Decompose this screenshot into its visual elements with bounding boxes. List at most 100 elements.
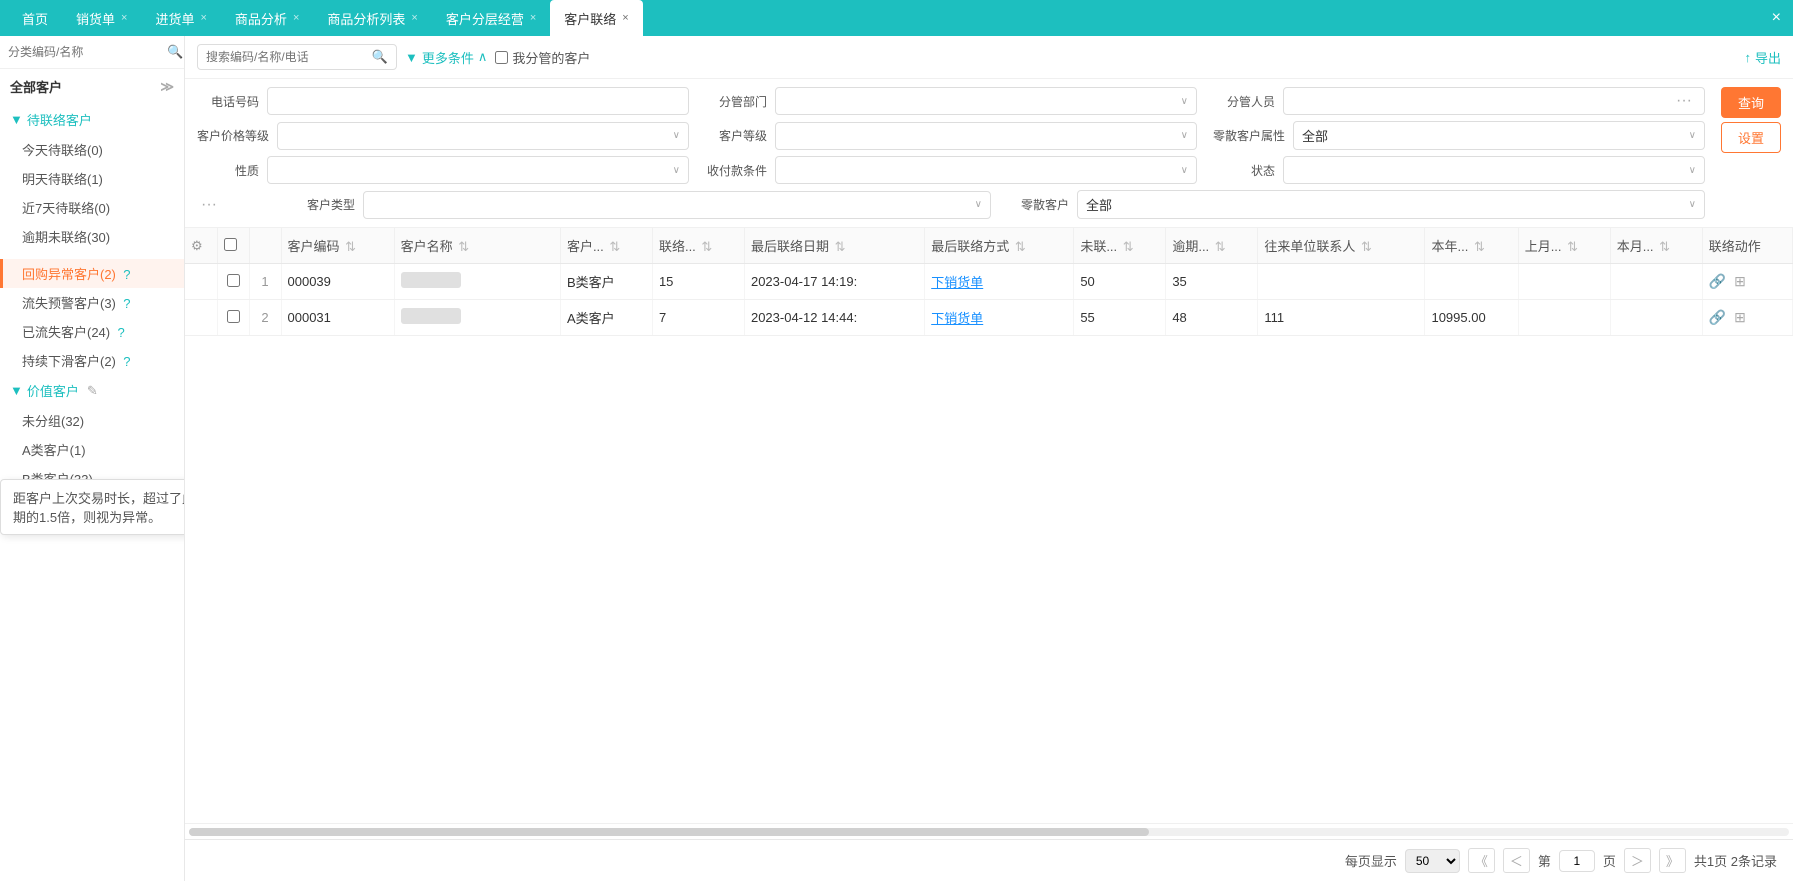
sidebar-search-icon[interactable]: 🔍 (167, 44, 183, 60)
unit-contact-sort-icon[interactable]: ⇅ (1361, 239, 1372, 254)
all-customers-header[interactable]: 全部客户 ≫ (0, 69, 184, 104)
row1-more-icon[interactable]: ⊞ (1734, 273, 1746, 290)
table-settings-icon[interactable]: ⚙ (191, 238, 203, 253)
col-this-month[interactable]: 本月... ⇅ (1610, 228, 1702, 264)
last-date-sort-icon[interactable]: ⇅ (835, 239, 846, 254)
row2-checkbox[interactable] (217, 300, 249, 336)
sidebar-item-tomorrow[interactable]: 明天待联络(1) (0, 164, 184, 193)
main-search-box[interactable]: 🔍 (197, 44, 397, 70)
row1-last-way-link[interactable]: 下销货单 (931, 275, 983, 290)
current-page-input[interactable] (1559, 850, 1595, 872)
name-sort-icon[interactable]: ⇅ (458, 239, 469, 254)
code-sort-icon[interactable]: ⇅ (345, 239, 356, 254)
price-grade-select[interactable]: ∨ (277, 122, 689, 150)
close-product-analysis-icon[interactable]: × (293, 12, 299, 24)
sidebar-search-box[interactable]: 🔍 (0, 36, 184, 69)
col-category[interactable]: 客户... ⇅ (560, 228, 652, 264)
last-month-sort-icon[interactable]: ⇅ (1567, 239, 1578, 254)
payment-select[interactable]: ∨ (775, 156, 1197, 184)
customer-type-select[interactable]: ∨ (363, 191, 991, 219)
nav-purchase[interactable]: 进货单 × (141, 0, 220, 36)
customer-grade-select[interactable]: ∨ (775, 122, 1197, 150)
row1-last-way[interactable]: 下销货单 (925, 264, 1074, 300)
sidebar-item-a-class[interactable]: A类客户(1) (0, 435, 184, 464)
sidebar-item-declining[interactable]: 持续下滑客户(2) ? (0, 346, 184, 375)
sidebar-item-7days[interactable]: 近7天待联络(0) (0, 193, 184, 222)
nature-select[interactable]: ∨ (267, 156, 689, 184)
close-sales-icon[interactable]: × (121, 12, 127, 24)
col-contact[interactable]: 联络... ⇅ (652, 228, 744, 264)
nav-home[interactable]: 首页 (8, 0, 62, 36)
row1-select[interactable] (227, 274, 240, 287)
this-year-sort-icon[interactable]: ⇅ (1474, 239, 1485, 254)
loss-warning-info-icon[interactable]: ? (123, 296, 130, 311)
sidebar-item-lost[interactable]: 已流失客户(24) ? (0, 317, 184, 346)
col-unit-contact[interactable]: 往来单位联系人 ⇅ (1258, 228, 1425, 264)
col-overdue[interactable]: 逾期... ⇅ (1166, 228, 1258, 264)
scrollbar-thumb[interactable] (189, 828, 1149, 836)
manager-select[interactable]: ··· (1283, 87, 1705, 115)
prev-page-button[interactable]: ＜ (1503, 848, 1530, 873)
nav-customer-segmentation[interactable]: 客户分层经营 × (432, 0, 550, 36)
category-sort-icon[interactable]: ⇅ (609, 239, 620, 254)
col-settings[interactable]: ⚙ (185, 228, 217, 264)
row2-contact-icon[interactable]: 🔗 (1709, 309, 1726, 326)
not-contact-sort-icon[interactable]: ⇅ (1123, 239, 1134, 254)
collapse-icon[interactable]: ≫ (160, 79, 174, 95)
nav-product-analysis[interactable]: 商品分析 × (221, 0, 313, 36)
export-button[interactable]: ↑ 导出 (1744, 48, 1781, 67)
value-customer-edit-icon[interactable]: ✎ (87, 383, 98, 399)
pending-contact-section[interactable]: ▼ 待联络客户 (0, 104, 184, 135)
row1-contact-icon[interactable]: 🔗 (1709, 273, 1726, 290)
nav-customer-contact[interactable]: 客户联络 × (550, 0, 642, 36)
status-select[interactable]: ∨ (1283, 156, 1705, 184)
row1-checkbox[interactable] (217, 264, 249, 300)
overdue-sort-icon[interactable]: ⇅ (1215, 239, 1226, 254)
anomaly-info-icon[interactable]: ? (123, 267, 130, 282)
declining-info-icon[interactable]: ? (123, 354, 130, 369)
col-not-contact[interactable]: 未联... ⇅ (1074, 228, 1166, 264)
my-customer-checkbox[interactable] (495, 51, 508, 64)
this-month-sort-icon[interactable]: ⇅ (1659, 239, 1670, 254)
close-purchase-icon[interactable]: × (200, 12, 206, 24)
row2-last-way[interactable]: 下销货单 (925, 300, 1074, 336)
row4-ellipsis[interactable]: ··· (197, 196, 221, 214)
main-search-input[interactable] (206, 50, 372, 64)
value-customer-section[interactable]: ▼ 价值客户 ✎ (0, 375, 184, 406)
col-last-way[interactable]: 最后联络方式 ⇅ (925, 228, 1074, 264)
main-search-icon[interactable]: 🔍 (372, 49, 388, 65)
lost-info-icon[interactable]: ? (117, 325, 124, 340)
settings-button[interactable]: 设置 (1721, 122, 1781, 153)
nav-product-list[interactable]: 商品分析列表 × (313, 0, 431, 36)
dept-select[interactable]: ∨ (775, 87, 1197, 115)
sidebar-item-overdue[interactable]: 逾期未联络(30) (0, 222, 184, 251)
my-customer-filter[interactable]: 我分管的客户 (495, 48, 590, 67)
scrollbar-track[interactable] (189, 828, 1789, 836)
contact-sort-icon[interactable]: ⇅ (701, 239, 712, 254)
sidebar-item-ungroups[interactable]: 未分组(32) (0, 406, 184, 435)
query-button[interactable]: 查询 (1721, 87, 1781, 118)
sidebar-item-today[interactable]: 今天待联络(0) (0, 135, 184, 164)
horizontal-scrollbar[interactable] (185, 823, 1793, 839)
sidebar-item-loss-warning[interactable]: 流失预警客户(3) ? (0, 288, 184, 317)
close-segmentation-icon[interactable]: × (530, 12, 536, 24)
col-last-date[interactable]: 最后联络日期 ⇅ (744, 228, 924, 264)
manager-ellipsis[interactable]: ··· (1672, 92, 1696, 110)
col-last-month[interactable]: 上月... ⇅ (1518, 228, 1610, 264)
retail-customer-select[interactable]: 全部 ∨ (1077, 190, 1705, 219)
more-conditions-button[interactable]: ▼ 更多条件 ∧ (405, 48, 487, 67)
row2-more-icon[interactable]: ⊞ (1734, 309, 1746, 326)
close-product-list-icon[interactable]: × (411, 12, 417, 24)
row2-last-way-link[interactable]: 下销货单 (931, 311, 983, 326)
phone-input[interactable] (267, 87, 689, 115)
col-code[interactable]: 客户编码 ⇅ (281, 228, 394, 264)
nav-sales[interactable]: 销货单 × (62, 0, 141, 36)
select-all-checkbox[interactable] (224, 238, 237, 251)
col-this-year[interactable]: 本年... ⇅ (1425, 228, 1518, 264)
row2-select[interactable] (227, 310, 240, 323)
per-page-select[interactable]: 50 100 200 (1405, 849, 1460, 873)
first-page-button[interactable]: 《 (1468, 848, 1495, 873)
sidebar-search-input[interactable] (8, 45, 163, 59)
last-way-sort-icon[interactable]: ⇅ (1015, 239, 1026, 254)
last-page-button[interactable]: 》 (1659, 848, 1686, 873)
